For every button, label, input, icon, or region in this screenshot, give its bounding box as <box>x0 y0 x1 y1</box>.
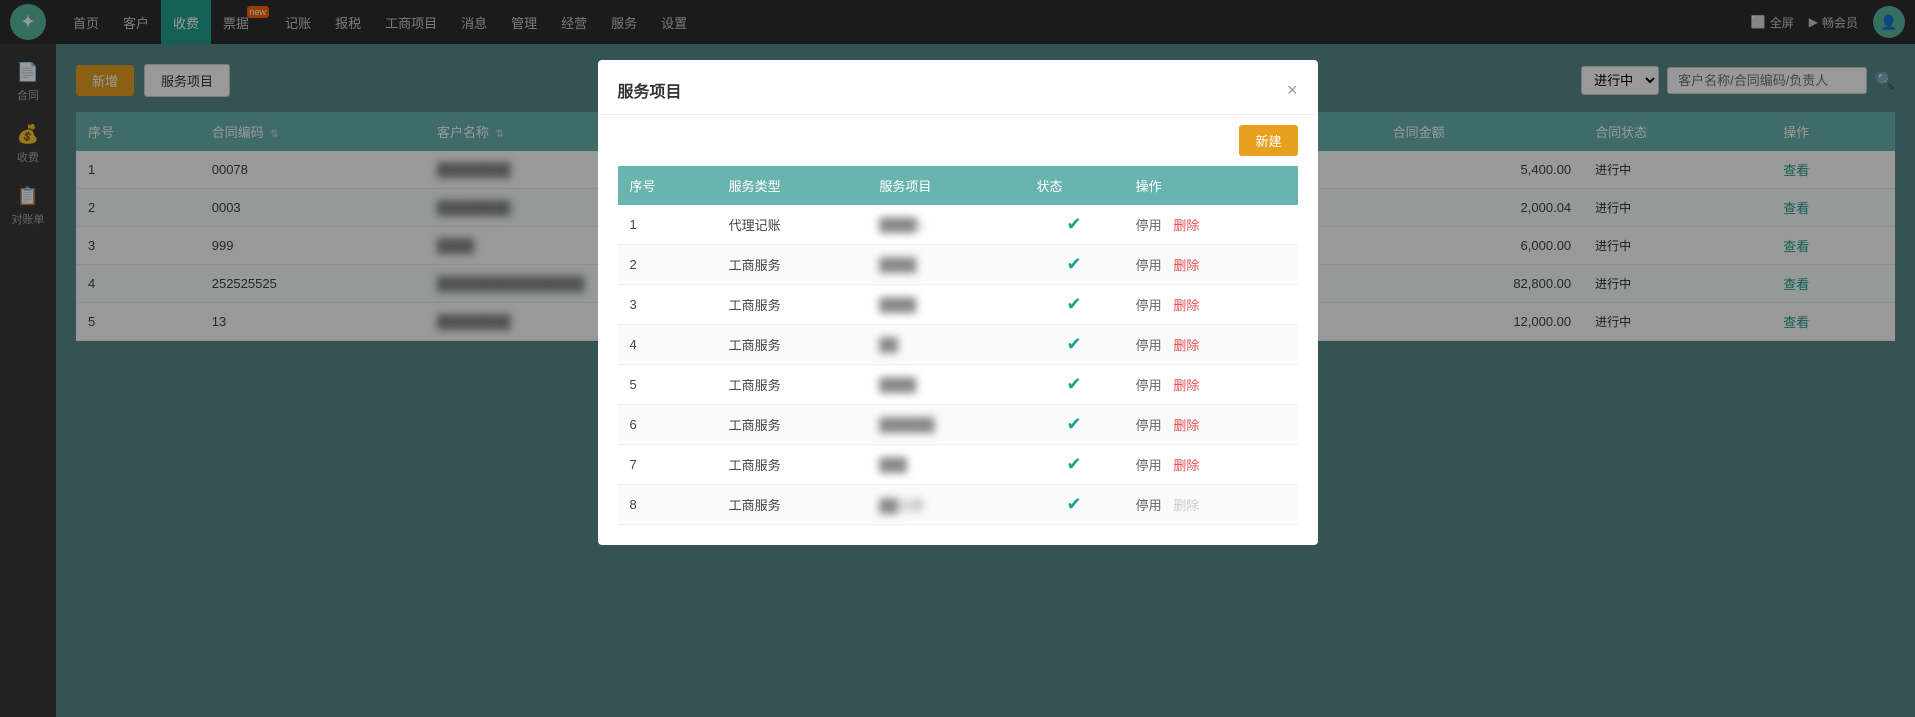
list-item: 7 工商服务 ███ ✔ 停用 删除 <box>618 445 1298 485</box>
cell-svc-type: 工商服务 <box>717 405 868 445</box>
delete-button[interactable]: 删除 <box>1173 338 1199 353</box>
cell-svc-status: ✔ <box>1025 405 1124 445</box>
cell-svc-seq: 7 <box>618 445 717 485</box>
list-item: 4 工商服务 ██ ✔ 停用 删除 <box>618 325 1298 365</box>
cell-svc-item: ██注册 <box>867 485 1024 525</box>
status-check-icon: ✔ <box>1067 294 1082 314</box>
modal-header: 服务项目 × <box>598 60 1318 115</box>
cell-svc-action: 停用 删除 <box>1124 485 1298 525</box>
disable-button[interactable]: 停用 <box>1136 338 1162 353</box>
modal-close-button[interactable]: × <box>1287 80 1298 101</box>
col-svc-action: 操作 <box>1124 166 1298 205</box>
cell-svc-action: 停用 删除 <box>1124 405 1298 445</box>
col-svc-status: 状态 <box>1025 166 1124 205</box>
cell-svc-item: ███ <box>867 445 1024 485</box>
cell-svc-type: 工商服务 <box>717 365 868 405</box>
list-item: 3 工商服务 ████ ✔ 停用 删除 <box>618 285 1298 325</box>
delete-button[interactable]: 删除 <box>1173 458 1199 473</box>
status-check-icon: ✔ <box>1067 454 1082 474</box>
service-items-modal: 服务项目 × 新建 序号 服务类型 服务项目 状态 操作 1 代理记账 ████ <box>598 60 1318 545</box>
status-check-icon: ✔ <box>1067 494 1082 514</box>
cell-svc-action: 停用 删除 <box>1124 285 1298 325</box>
cell-svc-item: ██ <box>867 325 1024 365</box>
delete-button[interactable]: 删除 <box>1173 218 1199 233</box>
cell-svc-type: 工商服务 <box>717 485 868 525</box>
cell-svc-seq: 3 <box>618 285 717 325</box>
cell-svc-status: ✔ <box>1025 205 1124 245</box>
cell-svc-type: 工商服务 <box>717 325 868 365</box>
disable-button[interactable]: 停用 <box>1136 258 1162 273</box>
disable-button[interactable]: 停用 <box>1136 378 1162 393</box>
cell-svc-status: ✔ <box>1025 245 1124 285</box>
cell-svc-seq: 6 <box>618 405 717 445</box>
list-item: 2 工商服务 ████ ✔ 停用 删除 <box>618 245 1298 285</box>
cell-svc-item: ████ <box>867 365 1024 405</box>
disable-button[interactable]: 停用 <box>1136 498 1162 513</box>
delete-button[interactable]: 删除 <box>1173 378 1199 393</box>
cell-svc-status: ✔ <box>1025 485 1124 525</box>
cell-svc-seq: 4 <box>618 325 717 365</box>
cell-svc-item: ████ <box>867 245 1024 285</box>
status-check-icon: ✔ <box>1067 414 1082 434</box>
cell-svc-item: ██████ <box>867 405 1024 445</box>
status-check-icon: ✔ <box>1067 334 1082 354</box>
delete-button[interactable]: 删除 <box>1173 418 1199 433</box>
cell-svc-seq: 2 <box>618 245 717 285</box>
disable-button[interactable]: 停用 <box>1136 418 1162 433</box>
cell-svc-action: 停用 删除 <box>1124 325 1298 365</box>
cell-svc-type: 工商服务 <box>717 245 868 285</box>
modal-overlay[interactable]: 服务项目 × 新建 序号 服务类型 服务项目 状态 操作 1 代理记账 ████ <box>0 0 1915 717</box>
cell-svc-type: 代理记账 <box>717 205 868 245</box>
modal-new-button[interactable]: 新建 <box>1239 125 1297 156</box>
col-svc-item: 服务项目 <box>867 166 1024 205</box>
list-item: 5 工商服务 ████ ✔ 停用 删除 <box>618 365 1298 405</box>
modal-body: 序号 服务类型 服务项目 状态 操作 1 代理记账 ████1 ✔ 停用 删除 … <box>598 166 1318 545</box>
delete-button[interactable]: 删除 <box>1173 258 1199 273</box>
modal-title: 服务项目 <box>618 78 682 102</box>
col-svc-seq: 序号 <box>618 166 717 205</box>
disable-button[interactable]: 停用 <box>1136 458 1162 473</box>
cell-svc-type: 工商服务 <box>717 285 868 325</box>
cell-svc-seq: 8 <box>618 485 717 525</box>
service-header-row: 序号 服务类型 服务项目 状态 操作 <box>618 166 1298 205</box>
cell-svc-seq: 5 <box>618 365 717 405</box>
delete-button: 删除 <box>1173 498 1199 513</box>
cell-svc-item: ████ <box>867 285 1024 325</box>
col-svc-type: 服务类型 <box>717 166 868 205</box>
cell-svc-action: 停用 删除 <box>1124 245 1298 285</box>
status-check-icon: ✔ <box>1067 214 1082 234</box>
service-table: 序号 服务类型 服务项目 状态 操作 1 代理记账 ████1 ✔ 停用 删除 … <box>618 166 1298 525</box>
cell-svc-seq: 1 <box>618 205 717 245</box>
cell-svc-status: ✔ <box>1025 365 1124 405</box>
modal-toolbar: 新建 <box>598 115 1318 166</box>
cell-svc-status: ✔ <box>1025 325 1124 365</box>
disable-button[interactable]: 停用 <box>1136 218 1162 233</box>
status-check-icon: ✔ <box>1067 374 1082 394</box>
delete-button[interactable]: 删除 <box>1173 298 1199 313</box>
cell-svc-status: ✔ <box>1025 445 1124 485</box>
cell-svc-status: ✔ <box>1025 285 1124 325</box>
disable-button[interactable]: 停用 <box>1136 298 1162 313</box>
list-item: 8 工商服务 ██注册 ✔ 停用 删除 <box>618 485 1298 525</box>
cell-svc-action: 停用 删除 <box>1124 205 1298 245</box>
status-check-icon: ✔ <box>1067 254 1082 274</box>
cell-svc-type: 工商服务 <box>717 445 868 485</box>
list-item: 1 代理记账 ████1 ✔ 停用 删除 <box>618 205 1298 245</box>
cell-svc-item: ████1 <box>867 205 1024 245</box>
cell-svc-action: 停用 删除 <box>1124 365 1298 405</box>
list-item: 6 工商服务 ██████ ✔ 停用 删除 <box>618 405 1298 445</box>
cell-svc-action: 停用 删除 <box>1124 445 1298 485</box>
